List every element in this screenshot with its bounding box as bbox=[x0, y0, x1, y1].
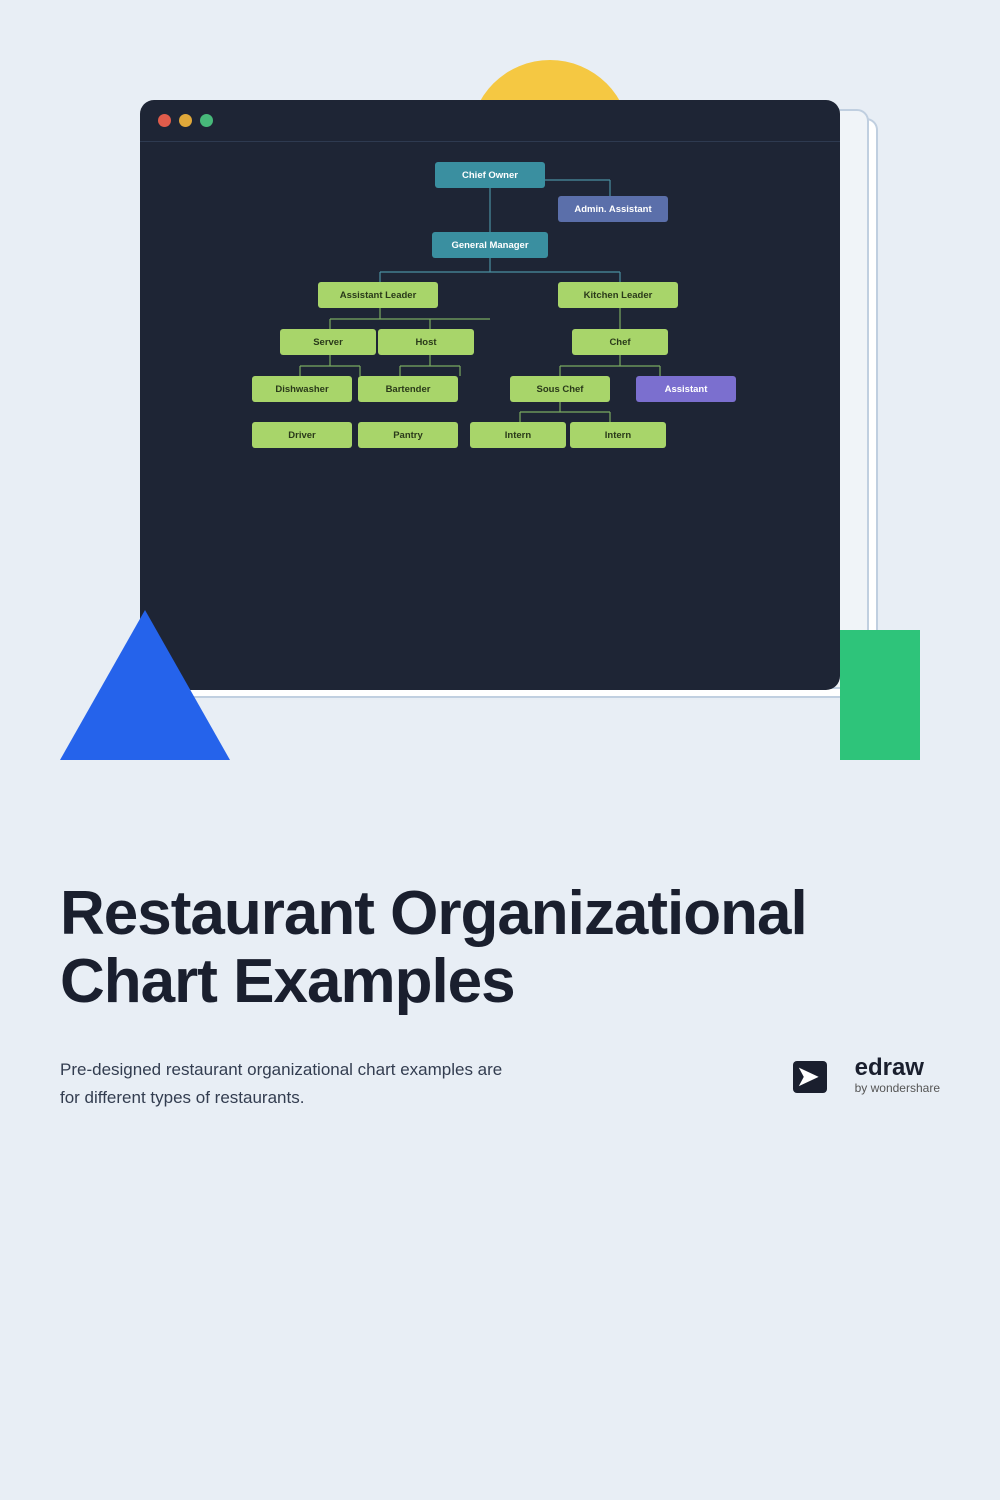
node-assistant-leader: Assistant Leader bbox=[318, 282, 438, 308]
edraw-brand-sub: by wondershare bbox=[855, 1080, 940, 1097]
description-text: Pre-designed restaurant organizational c… bbox=[60, 1056, 520, 1110]
node-driver: Driver bbox=[252, 422, 352, 448]
bottom-section: Restaurant Organizational Chart Examples… bbox=[0, 820, 1000, 1151]
node-admin-assistant: Admin. Assistant bbox=[558, 196, 668, 222]
node-dishwasher: Dishwasher bbox=[252, 376, 352, 402]
node-intern-2: Intern bbox=[570, 422, 666, 448]
dot-red bbox=[158, 114, 171, 127]
node-chief-owner: Chief Owner bbox=[435, 162, 545, 188]
deco-green-rect bbox=[840, 630, 920, 760]
dot-yellow bbox=[179, 114, 192, 127]
node-chef: Chef bbox=[572, 329, 668, 355]
chart-container: Chief Owner Admin. Assistant General Man… bbox=[180, 154, 800, 614]
top-section: Chief Owner Admin. Assistant General Man… bbox=[0, 0, 1000, 820]
node-assistant: Assistant bbox=[636, 376, 736, 402]
card-stack: Chief Owner Admin. Assistant General Man… bbox=[140, 100, 860, 720]
svg-text:➤: ➤ bbox=[797, 1061, 819, 1091]
desc-row: Pre-designed restaurant organizational c… bbox=[60, 1056, 940, 1110]
node-kitchen-leader: Kitchen Leader bbox=[558, 282, 678, 308]
node-intern-1: Intern bbox=[470, 422, 566, 448]
edraw-text-group: edraw by wondershare bbox=[855, 1056, 940, 1097]
dot-green bbox=[200, 114, 213, 127]
node-host: Host bbox=[378, 329, 474, 355]
deco-triangle bbox=[60, 610, 230, 760]
main-window: Chief Owner Admin. Assistant General Man… bbox=[140, 100, 840, 690]
node-server: Server bbox=[280, 329, 376, 355]
edraw-icon: ➤ bbox=[793, 1057, 845, 1097]
window-titlebar bbox=[140, 100, 840, 142]
edraw-logo: ➤ edraw by wondershare bbox=[793, 1056, 940, 1097]
page-title: Restaurant Organizational Chart Examples bbox=[60, 880, 940, 1016]
node-pantry: Pantry bbox=[358, 422, 458, 448]
node-bartender: Bartender bbox=[358, 376, 458, 402]
edraw-brand-name: edraw bbox=[855, 1056, 940, 1080]
node-general-manager: General Manager bbox=[432, 232, 548, 258]
node-sous-chef: Sous Chef bbox=[510, 376, 610, 402]
org-chart: Chief Owner Admin. Assistant General Man… bbox=[140, 142, 840, 624]
